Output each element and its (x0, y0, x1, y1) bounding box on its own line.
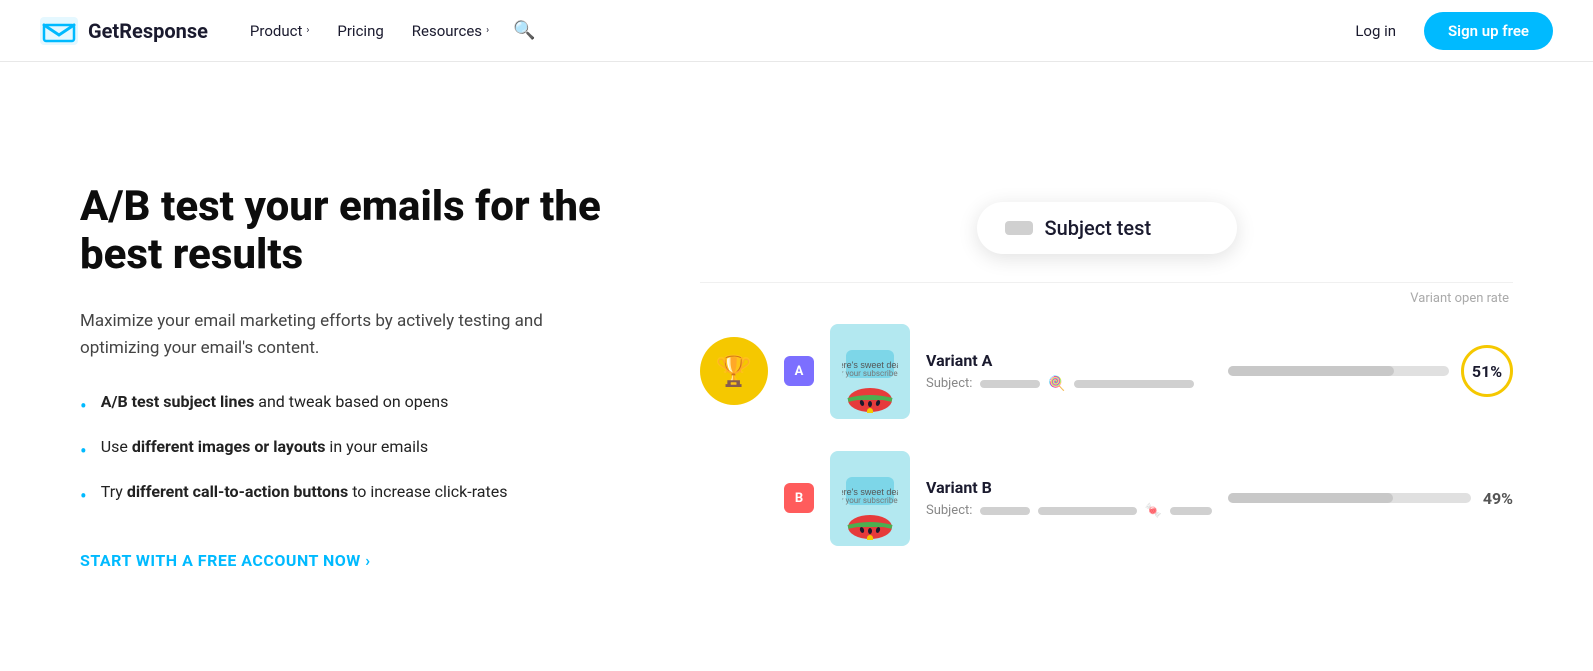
bullet-dot-1: • (80, 391, 87, 421)
bullet-2: • Use different images or layouts in you… (80, 435, 660, 466)
watermelon-icon-b: Here's sweet deals for your subscribers. (842, 475, 898, 540)
pill-icon (1005, 221, 1033, 235)
resources-chevron-icon: › (486, 25, 489, 36)
variant-b-subject: Subject: 🍬 (926, 503, 1212, 519)
progress-bar-fill-a (1228, 366, 1394, 376)
feature-bullets: • A/B test subject lines and tweak based… (80, 390, 660, 511)
logo-icon (40, 17, 78, 45)
trophy-icon: 🏆 (715, 354, 752, 389)
email-thumb-b: Here's sweet deals for your subscribers. (830, 451, 910, 546)
subject-bar-b3 (1170, 507, 1211, 515)
progress-bar-fill-b (1228, 493, 1393, 503)
bullet-3: • Try different call-to-action buttons t… (80, 480, 660, 511)
variant-b-progress: 49% (1228, 489, 1514, 508)
variants-container: 🏆 A Here's sweet deals for your subscrib… (700, 318, 1513, 552)
hero-subtitle: Maximize your email marketing efforts by… (80, 308, 560, 362)
variant-a-info: Variant A Subject: 🍭 (926, 351, 1212, 392)
nav-pricing[interactable]: Pricing (327, 14, 393, 48)
subject-test-pill: Subject test (977, 202, 1237, 254)
variant-a-subject: Subject: 🍭 (926, 376, 1212, 392)
progress-bar-bg-b (1228, 493, 1471, 503)
nav-resources[interactable]: Resources › (402, 14, 499, 48)
variant-b-row: B Here's sweet deals for your subscriber… (700, 445, 1513, 552)
divider (700, 282, 1513, 283)
product-chevron-icon: › (306, 25, 309, 36)
email-thumb-a: Here's sweet deals for your subscribers. (830, 324, 910, 419)
subject-pill-text: Subject test (1045, 216, 1152, 240)
bullet-dot-3: • (80, 481, 87, 511)
variant-a-name: Variant A (926, 351, 1212, 370)
bullet-3-text: Try different call-to-action buttons to … (101, 480, 508, 504)
watermelon-icon-a: Here's sweet deals for your subscribers. (842, 348, 898, 413)
variant-a-progress: 51% (1228, 345, 1514, 397)
logo-text: GetResponse (88, 19, 208, 43)
nav-product[interactable]: Product › (240, 14, 319, 48)
subject-bar-a2 (1074, 380, 1194, 388)
subject-bar-a1 (980, 380, 1040, 388)
variant-b-badge: B (784, 483, 814, 513)
variant-rate-label: Variant open rate (700, 291, 1513, 306)
bullet-2-text: Use different images or layouts in your … (101, 435, 428, 459)
login-button[interactable]: Log in (1343, 14, 1408, 48)
trophy-badge: 🏆 (700, 337, 768, 405)
hero-illustration: Subject test Variant open rate 🏆 A (700, 202, 1513, 552)
svg-text:for your subscribers.: for your subscribers. (842, 369, 898, 378)
nav-left: GetResponse Product › Pricing Resources … (40, 14, 542, 48)
variant-a-badge: A (784, 356, 814, 386)
bullet-dot-2: • (80, 436, 87, 466)
cta-link[interactable]: START WITH A FREE ACCOUNT NOW › (80, 551, 371, 570)
bullet-1: • A/B test subject lines and tweak based… (80, 390, 660, 421)
hero-title: A/B test your emails for the best result… (80, 183, 660, 280)
bullet-1-text: A/B test subject lines and tweak based o… (101, 390, 449, 414)
variant-b-percent: 49% (1483, 489, 1513, 508)
svg-text:for your subscribers.: for your subscribers. (842, 496, 898, 505)
hero-section: A/B test your emails for the best result… (0, 62, 1593, 671)
subject-bar-b2 (1038, 507, 1137, 515)
signup-button[interactable]: Sign up free (1424, 12, 1553, 50)
search-icon[interactable]: 🔍 (507, 14, 541, 47)
logo[interactable]: GetResponse (40, 17, 208, 45)
variant-a-percent: 51% (1461, 345, 1513, 397)
variant-b-info: Variant B Subject: 🍬 (926, 478, 1212, 519)
hero-content-left: A/B test your emails for the best result… (80, 183, 660, 570)
subject-bar-b1 (980, 507, 1029, 515)
progress-bar-bg-a (1228, 366, 1450, 376)
candy-icon-a: 🍭 (1048, 376, 1065, 392)
variant-b-name: Variant B (926, 478, 1212, 497)
candy-icon-b: 🍬 (1145, 503, 1162, 519)
variant-a-row: 🏆 A Here's sweet deals for your subscrib… (700, 318, 1513, 425)
navbar: GetResponse Product › Pricing Resources … (0, 0, 1593, 62)
nav-links: Product › Pricing Resources › 🔍 (240, 14, 542, 48)
nav-right: Log in Sign up free (1343, 12, 1553, 50)
